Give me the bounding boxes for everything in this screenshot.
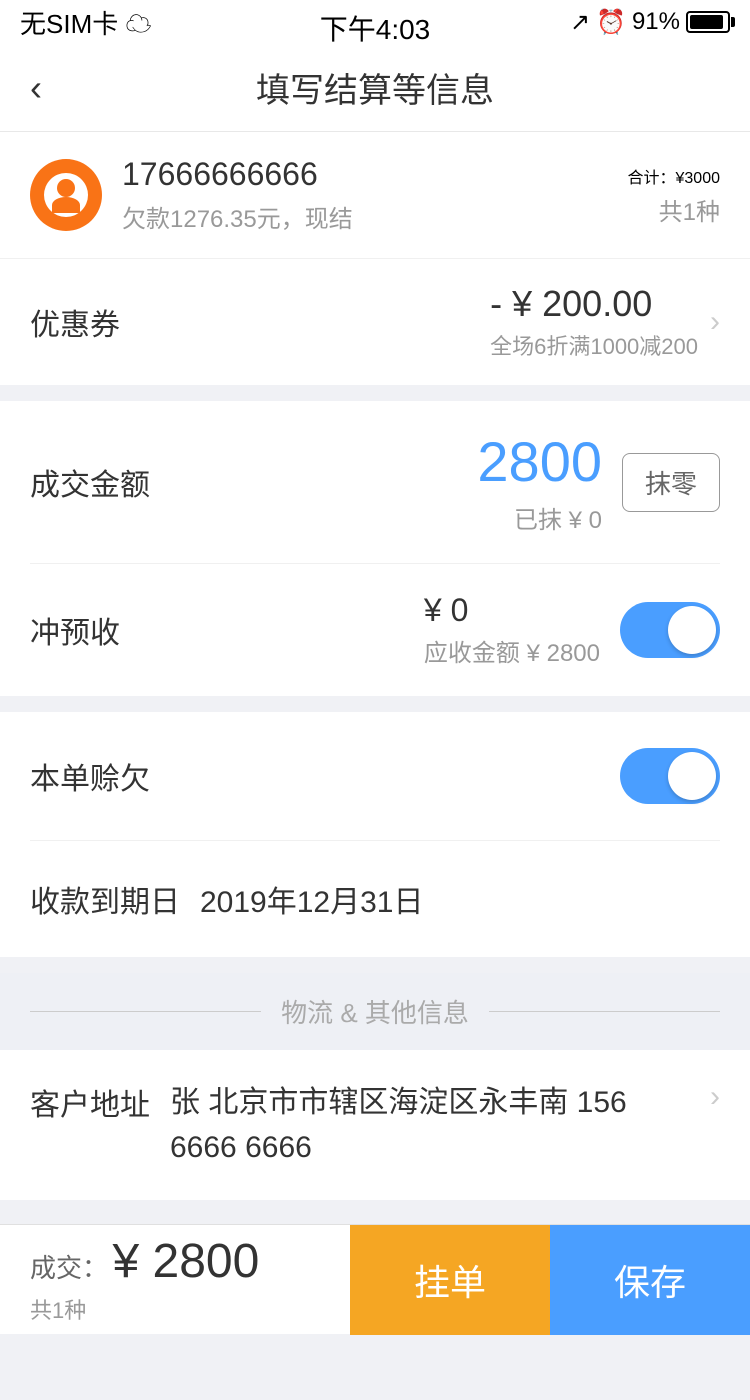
pending-button[interactable]: 挂单 <box>350 1225 550 1335</box>
transaction-amount-right: 2800 已抹 ¥ 0 抹零 <box>477 429 720 535</box>
debit-section: 本单赊欠 收款到期日 2019年12月31日 <box>0 712 750 957</box>
user-row: 17666666666 欠款1276.35元，现结 合计：¥3000 共1种 <box>0 132 750 258</box>
amount-section: 成交金额 2800 已抹 ¥ 0 抹零 冲预收 ¥ 0 应收金额 ¥ 2800 <box>0 401 750 696</box>
status-left: 无SIM卡 ☁ <box>20 4 151 41</box>
coupon-amount: - ¥ 200.00 <box>490 283 698 325</box>
total-count: 共1种 <box>627 192 720 227</box>
transaction-amount-label: 成交金额 <box>30 460 150 504</box>
round-off-button[interactable]: 抹零 <box>622 453 720 512</box>
logistics-label: 物流 & 其他信息 <box>281 993 469 1030</box>
nav-bar: ‹ 填写结算等信息 <box>0 44 750 132</box>
battery-fill <box>690 15 723 29</box>
prepay-toggle[interactable] <box>620 602 720 658</box>
transaction-amount-info: 2800 已抹 ¥ 0 <box>477 429 602 535</box>
due-date-label: 收款到期日 <box>30 877 180 921</box>
main-content: 17666666666 欠款1276.35元，现结 合计：¥3000 共1种 优… <box>0 132 750 1400</box>
coupon-row[interactable]: 优惠券 - ¥ 200.00 全场6折满1000减200 › <box>0 258 750 385</box>
bottom-bar: 成交： ¥ 2800 共1种 挂单 保存 <box>0 1224 750 1334</box>
user-debt: 欠款1276.35元，现结 <box>122 199 353 234</box>
coupon-info: - ¥ 200.00 全场6折满1000减200 <box>490 283 698 361</box>
transaction-amount-value: 2800 <box>477 429 602 494</box>
coupon-label: 优惠券 <box>30 300 120 344</box>
coupon-desc: 全场6折满1000减200 <box>490 329 698 361</box>
bottom-deal-row: 成交： ¥ 2800 <box>30 1234 320 1289</box>
divider-line-left <box>30 1011 261 1012</box>
avatar <box>30 159 102 231</box>
page-title: 填写结算等信息 <box>256 63 494 112</box>
battery-percent: 91% <box>632 8 680 36</box>
alarm-icon: ⏰ <box>596 8 626 37</box>
battery-icon <box>686 11 730 33</box>
toggle-thumb <box>668 606 716 654</box>
due-date-row: 收款到期日 2019年12月31日 <box>30 841 720 957</box>
logistics-divider: 物流 & 其他信息 <box>0 973 750 1050</box>
prepay-label: 冲预收 <box>30 608 120 652</box>
user-card: 17666666666 欠款1276.35元，现结 合计：¥3000 共1种 优… <box>0 132 750 385</box>
address-value: 张 北京市市辖区海淀区永丰南 156 6666 6666 <box>170 1080 698 1170</box>
debit-toggle[interactable] <box>620 748 720 804</box>
user-info: 17666666666 欠款1276.35元，现结 <box>122 156 353 234</box>
user-left: 17666666666 欠款1276.35元，现结 <box>30 156 353 234</box>
address-row[interactable]: 客户地址 张 北京市市辖区海淀区永丰南 156 6666 6666 › <box>30 1050 720 1200</box>
due-date-value: 2019年12月31日 <box>200 877 423 921</box>
prepay-sub: 应收金额 ¥ 2800 <box>424 633 600 668</box>
debit-label: 本单赊欠 <box>30 754 150 798</box>
prepay-info: ¥ 0 应收金额 ¥ 2800 <box>424 592 600 668</box>
coupon-right: - ¥ 200.00 全场6折满1000减200 › <box>490 283 720 361</box>
save-button[interactable]: 保存 <box>550 1225 750 1335</box>
total-label: 合计：¥3000 <box>627 164 720 188</box>
transaction-amount-row: 成交金额 2800 已抹 ¥ 0 抹零 <box>30 401 720 564</box>
total-label-text: 合计： <box>627 170 675 187</box>
user-right: 合计：¥3000 共1种 <box>627 164 720 227</box>
transaction-amount-sub: 已抹 ¥ 0 <box>477 500 602 535</box>
address-chevron-icon: › <box>710 1080 720 1114</box>
address-label: 客户地址 <box>30 1080 150 1124</box>
address-section: 客户地址 张 北京市市辖区海淀区永丰南 156 6666 6666 › <box>0 1050 750 1200</box>
user-phone: 17666666666 <box>122 156 353 193</box>
avatar-icon <box>44 173 88 217</box>
prepay-row: 冲预收 ¥ 0 应收金额 ¥ 2800 <box>30 564 720 696</box>
divider-line-right <box>489 1011 720 1012</box>
bottom-deal-amount: ¥ 2800 <box>112 1235 259 1288</box>
debit-row: 本单赊欠 <box>30 712 720 841</box>
bottom-deal-label: 成交： <box>30 1253 108 1283</box>
bottom-count: 共1种 <box>30 1293 320 1325</box>
prepay-value: ¥ 0 <box>424 592 600 629</box>
status-right: ↗ ⏰ 91% <box>570 8 730 37</box>
chevron-right-icon: › <box>710 305 720 339</box>
back-button[interactable]: ‹ <box>30 67 42 109</box>
signal-text: 无SIM卡 ☁ <box>20 4 151 41</box>
bottom-summary: 成交： ¥ 2800 共1种 <box>0 1234 350 1325</box>
status-bar: 无SIM卡 ☁ 下午4:03 ↗ ⏰ 91% <box>0 0 750 44</box>
status-time: 下午4:03 <box>320 8 431 48</box>
debit-toggle-thumb <box>668 752 716 800</box>
prepay-right: ¥ 0 应收金额 ¥ 2800 <box>424 592 720 668</box>
location-icon: ↗ <box>570 8 590 37</box>
total-amount-text: ¥3000 <box>676 170 721 187</box>
